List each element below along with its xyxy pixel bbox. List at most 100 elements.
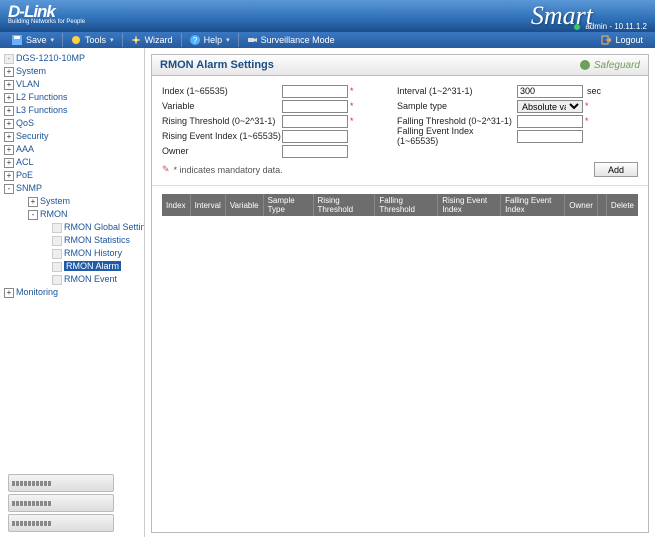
tree-rmon-global[interactable]: RMON Global Settings [64,222,145,232]
layout: ·DGS-1210-10MP +System +VLAN +L2 Functio… [0,48,655,537]
leaf-icon [52,249,62,259]
falling-ev-input[interactable] [517,130,583,143]
tree-monitoring[interactable]: Monitoring [16,287,58,297]
expand-toggle[interactable]: + [4,145,14,155]
tree-rmon[interactable]: RMON [40,209,68,219]
device-image [8,474,114,529]
col-spacer [597,194,606,216]
expand-toggle[interactable]: + [4,80,14,90]
main: RMON Alarm Settings Safeguard Index (1~6… [145,48,655,537]
save-icon [12,35,22,45]
shield-icon [580,60,590,70]
tree-acl[interactable]: ACL [16,157,34,167]
tree-aaa[interactable]: AAA [16,144,34,154]
expand-toggle[interactable]: + [28,197,38,207]
menu-surveillance[interactable]: Surveillance Mode [241,32,341,48]
svg-text:?: ? [192,36,197,45]
device-icon: · [4,54,14,64]
interval-input[interactable] [517,85,583,98]
rising-th-label: Rising Threshold (0~2^31-1) [162,116,282,126]
pencil-icon: ✎ [162,164,170,175]
add-button[interactable]: Add [594,162,638,177]
panel-title: RMON Alarm Settings [160,59,274,71]
col-rising-th: Rising Threshold [313,194,375,216]
header: D-Link Building Networks for People Smar… [0,0,655,32]
sidebar: ·DGS-1210-10MP +System +VLAN +L2 Functio… [0,48,145,537]
brand-tagline: Building Networks for People [8,19,85,25]
expand-toggle[interactable]: + [4,288,14,298]
session-info: admin - 10.11.1.2 [574,22,647,31]
table-header-row: Index Interval Variable Sample Type Risi… [162,194,638,216]
tree-l3[interactable]: L3 Functions [16,105,68,115]
panel: RMON Alarm Settings Safeguard Index (1~6… [151,54,649,533]
col-interval: Interval [190,194,225,216]
session-user: admin [585,22,607,31]
tree-system[interactable]: System [16,66,46,76]
leaf-icon [52,223,62,233]
chevron-down-icon: ▾ [51,36,55,44]
mandatory-star-icon: * [585,101,589,111]
falling-th-label: Falling Threshold (0~2^31-1) [397,116,517,126]
owner-input[interactable] [282,145,348,158]
expand-toggle[interactable]: + [4,132,14,142]
menu-save[interactable]: Save▾ [6,32,60,48]
menu-logout[interactable]: Logout [595,32,649,48]
mandatory-note: * indicates mandatory data. [174,165,283,175]
falling-ev-label: Falling Event Index (1~65535) [397,126,517,146]
menubar: Save▾ Tools▾ Wizard ?Help▾ Surveillance … [0,32,655,48]
tree-rmon-alarm[interactable]: RMON Alarm [64,261,121,271]
status-dot-icon [574,24,580,30]
menu-tools[interactable]: Tools▾ [65,32,120,48]
logout-icon [601,35,611,45]
tree-rmon-event[interactable]: RMON Event [64,274,117,284]
index-input[interactable] [282,85,348,98]
tree-poe[interactable]: PoE [16,170,33,180]
variable-label: Variable [162,101,282,111]
col-falling-th: Falling Threshold [375,194,438,216]
rising-ev-input[interactable] [282,130,348,143]
panel-header: RMON Alarm Settings Safeguard [152,55,648,76]
sample-label: Sample type [397,101,517,111]
variable-input[interactable] [282,100,348,113]
tree-snmp[interactable]: SNMP [16,183,42,193]
col-falling-ev: Falling Event Index [501,194,565,216]
expand-toggle[interactable]: + [4,106,14,116]
tools-icon [71,35,81,45]
menu-wizard[interactable]: Wizard [125,32,179,48]
camera-icon [247,35,257,45]
tree-rmon-stats[interactable]: RMON Statistics [64,235,130,245]
expand-toggle[interactable]: + [4,119,14,129]
help-icon: ? [190,35,200,45]
leaf-icon [52,236,62,246]
sample-select[interactable]: Absolute value [517,100,583,113]
tree-snmp-system[interactable]: System [40,196,70,206]
expand-toggle[interactable]: + [4,158,14,168]
wizard-icon [131,35,141,45]
mandatory-star-icon: * [350,116,354,126]
table-wrap: Index Interval Variable Sample Type Risi… [152,186,648,532]
expand-toggle[interactable]: + [4,171,14,181]
rising-ev-label: Rising Event Index (1~65535) [162,131,282,141]
collapse-toggle[interactable]: - [4,184,14,194]
leaf-icon [52,262,62,272]
mandatory-star-icon: * [350,86,354,96]
leaf-icon [52,275,62,285]
tree-rmon-history[interactable]: RMON History [64,248,122,258]
menu-help[interactable]: ?Help▾ [184,32,236,48]
collapse-toggle[interactable]: - [28,210,38,220]
expand-toggle[interactable]: + [4,93,14,103]
tree-vlan[interactable]: VLAN [16,79,40,89]
col-sample: Sample Type [263,194,313,216]
tree-l2[interactable]: L2 Functions [16,92,68,102]
expand-toggle[interactable]: + [4,67,14,77]
index-label: Index (1~65535) [162,86,282,96]
col-owner: Owner [565,194,598,216]
chevron-down-icon: ▾ [226,36,230,44]
tree-root[interactable]: DGS-1210-10MP [16,53,85,63]
tree-qos[interactable]: QoS [16,118,34,128]
tree-security[interactable]: Security [16,131,49,141]
brand-logo: D-Link Building Networks for People [8,2,85,25]
col-delete: Delete [606,194,638,216]
rising-th-input[interactable] [282,115,348,128]
form: Index (1~65535)* Interval (1~2^31-1)sec … [152,76,648,186]
